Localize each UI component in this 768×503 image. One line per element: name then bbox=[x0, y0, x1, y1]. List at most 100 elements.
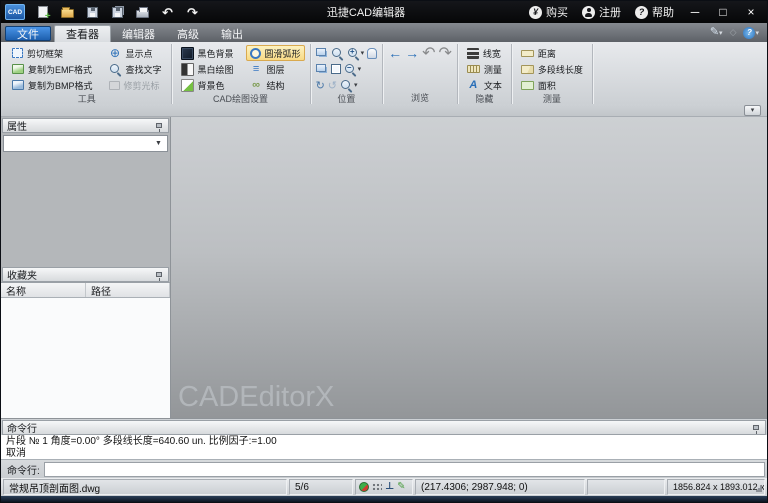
style-button[interactable]: ✎▾ bbox=[710, 22, 723, 40]
app-logo-icon[interactable]: CAD bbox=[5, 4, 25, 20]
tab-file[interactable]: 文件 bbox=[5, 26, 51, 41]
area-button[interactable]: 面积 bbox=[517, 77, 587, 93]
new-file-button[interactable] bbox=[33, 4, 52, 22]
clip-frame-icon bbox=[12, 48, 23, 58]
redo-icon: ↷ bbox=[187, 4, 198, 20]
status-filename: 常规吊顶剖面图.dwg bbox=[3, 479, 287, 495]
zoom-extents-icon bbox=[340, 79, 353, 92]
favorites-list[interactable] bbox=[1, 298, 170, 418]
pan-button[interactable] bbox=[367, 47, 378, 59]
command-input[interactable] bbox=[43, 461, 765, 477]
help-menu-button[interactable]: ? ▾ bbox=[743, 22, 759, 40]
print-button[interactable] bbox=[133, 4, 152, 20]
polyline-length-button[interactable]: 多段线长度 bbox=[517, 61, 587, 77]
bg-color-button[interactable]: 背景色 bbox=[177, 77, 238, 93]
zoom-in-button[interactable]: + ▾ bbox=[347, 47, 365, 60]
open-file-button[interactable] bbox=[58, 4, 77, 20]
search-icon bbox=[109, 63, 122, 76]
view-undo-icon: ↶ bbox=[422, 45, 436, 62]
save-all-icon bbox=[112, 6, 123, 18]
bw-draw-icon bbox=[180, 62, 194, 76]
smooth-arc-button[interactable]: 圆滑弧形 bbox=[245, 45, 305, 61]
ribbon: 剪切框架 复制为EMF格式 复制为BMP格式 ⊕ 显示点 查找文字 修剪光标 工具… bbox=[1, 42, 767, 104]
pin-icon[interactable] bbox=[753, 425, 759, 434]
fit-screen-button[interactable] bbox=[330, 64, 341, 74]
find-text-button[interactable]: 查找文字 bbox=[105, 61, 166, 77]
register-label: 注册 bbox=[599, 7, 621, 19]
command-panel-header: 命令行 bbox=[2, 420, 766, 435]
register-button[interactable]: 注册 bbox=[577, 4, 626, 20]
smooth-arc-label: 圆滑弧形 bbox=[264, 48, 301, 59]
favorites-column-path[interactable]: 路径 bbox=[86, 283, 170, 298]
copy-emf-button[interactable]: 复制为EMF格式 bbox=[8, 61, 97, 77]
clip-frame-label: 剪切框架 bbox=[27, 48, 64, 59]
line-width-button[interactable]: 线宽 bbox=[463, 45, 506, 61]
save-button[interactable] bbox=[83, 4, 102, 20]
draw-mode-icon[interactable]: ✎ bbox=[397, 482, 405, 492]
chevron-down-icon: ▾ bbox=[360, 50, 365, 57]
area-label: 面积 bbox=[537, 80, 556, 91]
close-button[interactable]: × bbox=[739, 3, 763, 21]
ribbon-group-position: + ▾ − ▾ ↻ ↺ ▾ 位置 bbox=[311, 44, 384, 104]
properties-dropdown[interactable]: ▼ bbox=[3, 135, 168, 152]
copy-view-button[interactable] bbox=[315, 48, 328, 58]
structure-button[interactable]: ∞ 结构 bbox=[246, 77, 305, 93]
smooth-arc-icon bbox=[249, 47, 261, 59]
grid-icon[interactable] bbox=[372, 482, 382, 492]
structure-icon: ∞ bbox=[252, 78, 260, 91]
minimize-button[interactable]: ─ bbox=[683, 3, 707, 21]
maximize-button[interactable]: □ bbox=[711, 3, 735, 21]
command-input-label: 命令行: bbox=[7, 465, 40, 477]
save-all-button[interactable] bbox=[108, 4, 127, 20]
world-ucs-icon[interactable] bbox=[359, 482, 369, 492]
help-button[interactable]: ? 帮助 bbox=[630, 4, 679, 20]
tab-viewer[interactable]: 查看器 bbox=[54, 25, 111, 42]
black-bg-button[interactable]: 黑色背景 bbox=[177, 45, 238, 61]
command-input-row: 命令行: bbox=[1, 459, 767, 478]
tab-advanced[interactable]: 高级 bbox=[166, 25, 210, 42]
show-points-label: 显示点 bbox=[125, 48, 153, 59]
tab-editor[interactable]: 编辑器 bbox=[111, 25, 166, 42]
pin-icon[interactable] bbox=[156, 123, 162, 132]
diamond-icon: ◇ bbox=[729, 27, 737, 37]
collapse-ribbon-button[interactable]: ▾ bbox=[744, 104, 761, 116]
favorites-column-name[interactable]: 名称 bbox=[1, 283, 86, 298]
polyline-length-label: 多段线长度 bbox=[537, 64, 583, 75]
distance-label: 距离 bbox=[537, 48, 556, 59]
drawing-canvas[interactable]: CADEditorX bbox=[171, 117, 767, 418]
pin-icon[interactable] bbox=[156, 272, 162, 281]
copy-emf-label: 复制为EMF格式 bbox=[28, 64, 92, 75]
redo-button[interactable]: ↷ bbox=[183, 4, 202, 20]
rotate-3d-button[interactable]: ↻ bbox=[316, 79, 325, 92]
view-redo-icon: ↷ bbox=[438, 45, 452, 62]
trim-cursor-button: 修剪光标 bbox=[105, 77, 166, 93]
buy-button[interactable]: ¥ 购买 bbox=[524, 4, 573, 20]
zoom-extents-button[interactable]: ▾ bbox=[340, 79, 358, 92]
layers-button[interactable]: ≡ 图层 bbox=[246, 61, 305, 77]
forward-button[interactable]: → bbox=[405, 46, 419, 60]
ribbon-group-draw-settings: 黑色背景 黑白绘图 背景色 圆滑弧形 ≡ 图层 ∞ 结构 CAD绘图设置 bbox=[172, 44, 311, 104]
status-empty-cell bbox=[587, 479, 665, 495]
properties-panel-header: 属性 bbox=[2, 118, 169, 133]
copy-bmp-button[interactable]: 复制为BMP格式 bbox=[8, 77, 97, 93]
ortho-icon[interactable]: ⊥ bbox=[385, 482, 394, 492]
user-icon bbox=[582, 5, 595, 19]
bw-draw-button[interactable]: 黑白绘图 bbox=[177, 61, 238, 77]
hide-text-button[interactable]: A 文本 bbox=[463, 77, 506, 93]
zoom-window-button[interactable] bbox=[331, 47, 344, 60]
tab-output[interactable]: 输出 bbox=[210, 25, 254, 42]
undo-button[interactable]: ↶ bbox=[158, 4, 177, 20]
hide-measure-button[interactable]: 测量 bbox=[463, 61, 506, 77]
resize-grip[interactable] bbox=[755, 485, 763, 493]
ribbon-tab-bar: 文件 查看器 编辑器 高级 输出 ✎▾ ◇ ? ▾ bbox=[1, 23, 767, 42]
rotate-3d-icon: ↻ bbox=[315, 79, 325, 92]
chevron-down-icon: ▾ bbox=[755, 30, 759, 37]
show-points-button[interactable]: ⊕ 显示点 bbox=[105, 45, 166, 61]
undo-icon: ↶ bbox=[162, 4, 173, 20]
paste-view-button[interactable] bbox=[315, 64, 328, 74]
clip-frame-button[interactable]: 剪切框架 bbox=[8, 45, 97, 61]
zoom-out-button[interactable]: − ▾ bbox=[344, 63, 361, 76]
back-button[interactable]: ← bbox=[388, 46, 402, 60]
distance-button[interactable]: 距离 bbox=[517, 45, 587, 61]
snap-button[interactable]: ◇ bbox=[730, 22, 737, 40]
